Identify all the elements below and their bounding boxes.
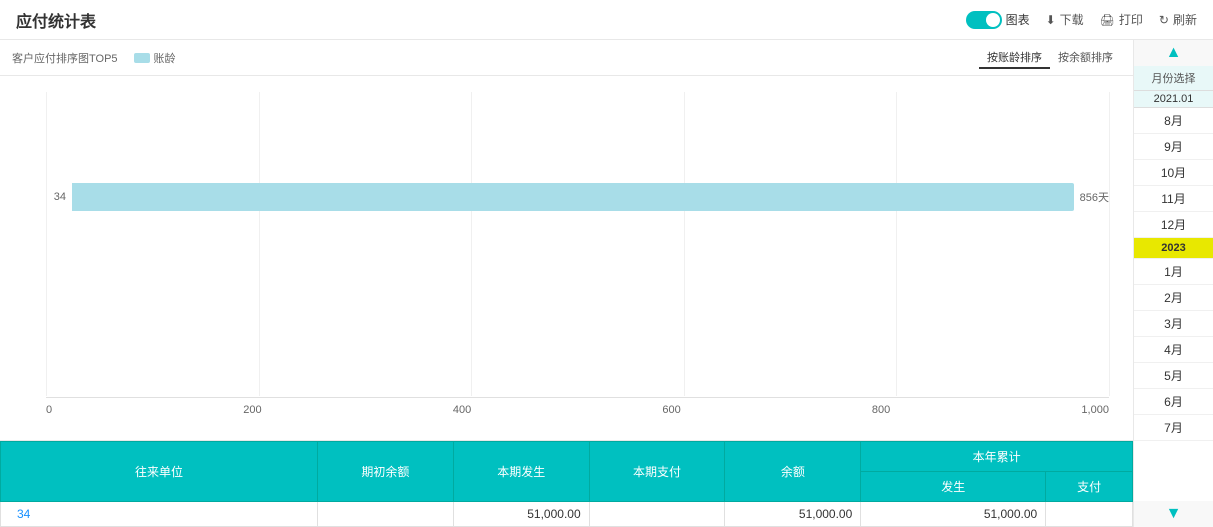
sidebar-header-label: 月份选择: [1152, 73, 1196, 85]
download-button[interactable]: ⬇ 下载: [1046, 11, 1084, 28]
table-header-row: 往来单位 期初余额 本期发生 本期支付 余额 本年累计: [1, 442, 1133, 472]
month-item-10[interactable]: 10月: [1134, 160, 1213, 186]
year-2023-marker: 2023: [1134, 238, 1213, 259]
chart-legend: 客户应付排序图TOP5 账龄: [12, 50, 979, 66]
chart-toggle[interactable]: [966, 11, 1002, 29]
refresh-icon: ↻: [1159, 13, 1169, 27]
month-item-7[interactable]: 7月: [1134, 415, 1213, 441]
th-balance: 余额: [725, 442, 861, 502]
scroll-up-button[interactable]: ▲: [1134, 40, 1213, 66]
th-current-occur: 本期发生: [453, 442, 589, 502]
legend-top5-label: 客户应付排序图TOP5: [12, 50, 118, 66]
chart-header: 客户应付排序图TOP5 账龄 按账龄排序 按余额排序: [0, 40, 1133, 76]
month-item-6[interactable]: 6月: [1134, 389, 1213, 415]
x-tick-1: 200: [243, 404, 261, 416]
td-balance: 51,000.00: [725, 502, 861, 527]
bar-fill-0: [72, 183, 1074, 211]
month-item-5[interactable]: 5月: [1134, 363, 1213, 389]
toggle-label: 图表: [1006, 11, 1030, 28]
chart-toggle-wrap[interactable]: 图表: [966, 11, 1030, 29]
sidebar-header: 月份选择: [1134, 66, 1213, 91]
th-opening: 期初余额: [317, 442, 453, 502]
bar-end-label-0: 856天: [1080, 189, 1109, 205]
month-item-8[interactable]: 8月: [1134, 108, 1213, 134]
x-tick-4: 800: [872, 404, 890, 416]
bar-label-0: 34: [46, 191, 66, 203]
print-icon: 🖨: [1100, 13, 1115, 27]
td-ytd-pay: [1046, 502, 1133, 527]
td-current-pay: [589, 502, 725, 527]
download-icon: ⬇: [1046, 13, 1056, 27]
month-item-4[interactable]: 4月: [1134, 337, 1213, 363]
month-item-12[interactable]: 12月: [1134, 212, 1213, 238]
scroll-down-button[interactable]: ▼: [1134, 501, 1213, 527]
table-section: 往来单位 期初余额 本期发生 本期支付 余额 本年累计 发生 支付: [0, 440, 1133, 527]
month-item-3[interactable]: 3月: [1134, 311, 1213, 337]
td-unit[interactable]: 34: [1, 502, 318, 527]
x-tick-5: 1,000: [1081, 404, 1109, 416]
print-button[interactable]: 🖨 打印: [1100, 11, 1143, 28]
data-table: 往来单位 期初余额 本期发生 本期支付 余额 本年累计 发生 支付: [0, 441, 1133, 527]
table-body: 34 51,000.00 51,000.00 51,000.00: [1, 502, 1133, 527]
sidebar-selected: 2021.01: [1134, 91, 1213, 108]
x-tick-0: 0: [46, 404, 52, 416]
chart-inner: 34 856天 0 200 400 600 800 1,0: [16, 84, 1117, 436]
grid-line-5: [1109, 92, 1110, 396]
chart-section: 客户应付排序图TOP5 账龄 按账龄排序 按余额排序: [0, 40, 1133, 527]
th-ytd-pay: 支付: [1046, 472, 1133, 502]
td-ytd-occur: 51,000.00: [861, 502, 1046, 527]
sidebar: ▲ 月份选择 2021.01 8月 9月 10月 11月 12月 2023 1月…: [1133, 40, 1213, 527]
th-unit: 往来单位: [1, 442, 318, 502]
legend-aging: 账龄: [134, 50, 176, 66]
legend-top5: 客户应付排序图TOP5: [12, 50, 118, 66]
x-axis: 0 200 400 600 800 1,000: [46, 404, 1109, 416]
th-ytd: 本年累计: [861, 442, 1133, 472]
td-opening: [317, 502, 453, 527]
x-tick-3: 600: [662, 404, 680, 416]
x-axis-line: [46, 397, 1109, 398]
bar-row-0: 34 856天: [46, 183, 1109, 211]
month-list[interactable]: 8月 9月 10月 11月 12月 2023 1月 2月 3月 4月 5月 6月…: [1134, 108, 1213, 501]
legend-aging-label: 账龄: [154, 50, 176, 66]
month-item-2[interactable]: 2月: [1134, 285, 1213, 311]
td-current-occur: 51,000.00: [453, 502, 589, 527]
month-item-11[interactable]: 11月: [1134, 186, 1213, 212]
x-tick-2: 400: [453, 404, 471, 416]
month-item-1[interactable]: 1月: [1134, 259, 1213, 285]
sort-by-balance-button[interactable]: 按余额排序: [1050, 47, 1121, 69]
main-content: 客户应付排序图TOP5 账龄 按账龄排序 按余额排序: [0, 40, 1213, 527]
th-current-pay: 本期支付: [589, 442, 725, 502]
refresh-button[interactable]: ↻ 刷新: [1159, 11, 1197, 28]
header-actions: 图表 ⬇ 下载 🖨 打印 ↻ 刷新: [966, 11, 1197, 29]
legend-color-box: [134, 53, 150, 63]
sort-by-aging-button[interactable]: 按账龄排序: [979, 47, 1050, 69]
page-title: 应付统计表: [16, 8, 966, 32]
page-header: 应付统计表 图表 ⬇ 下载 🖨 打印 ↻ 刷新: [0, 0, 1213, 40]
sort-buttons: 按账龄排序 按余额排序: [979, 47, 1121, 69]
table-row: 34 51,000.00 51,000.00 51,000.00: [1, 502, 1133, 527]
bar-chart: 34 856天: [46, 92, 1109, 396]
th-ytd-occur: 发生: [861, 472, 1046, 502]
month-item-9[interactable]: 9月: [1134, 134, 1213, 160]
chart-area: 34 856天 0 200 400 600 800 1,0: [0, 76, 1133, 440]
